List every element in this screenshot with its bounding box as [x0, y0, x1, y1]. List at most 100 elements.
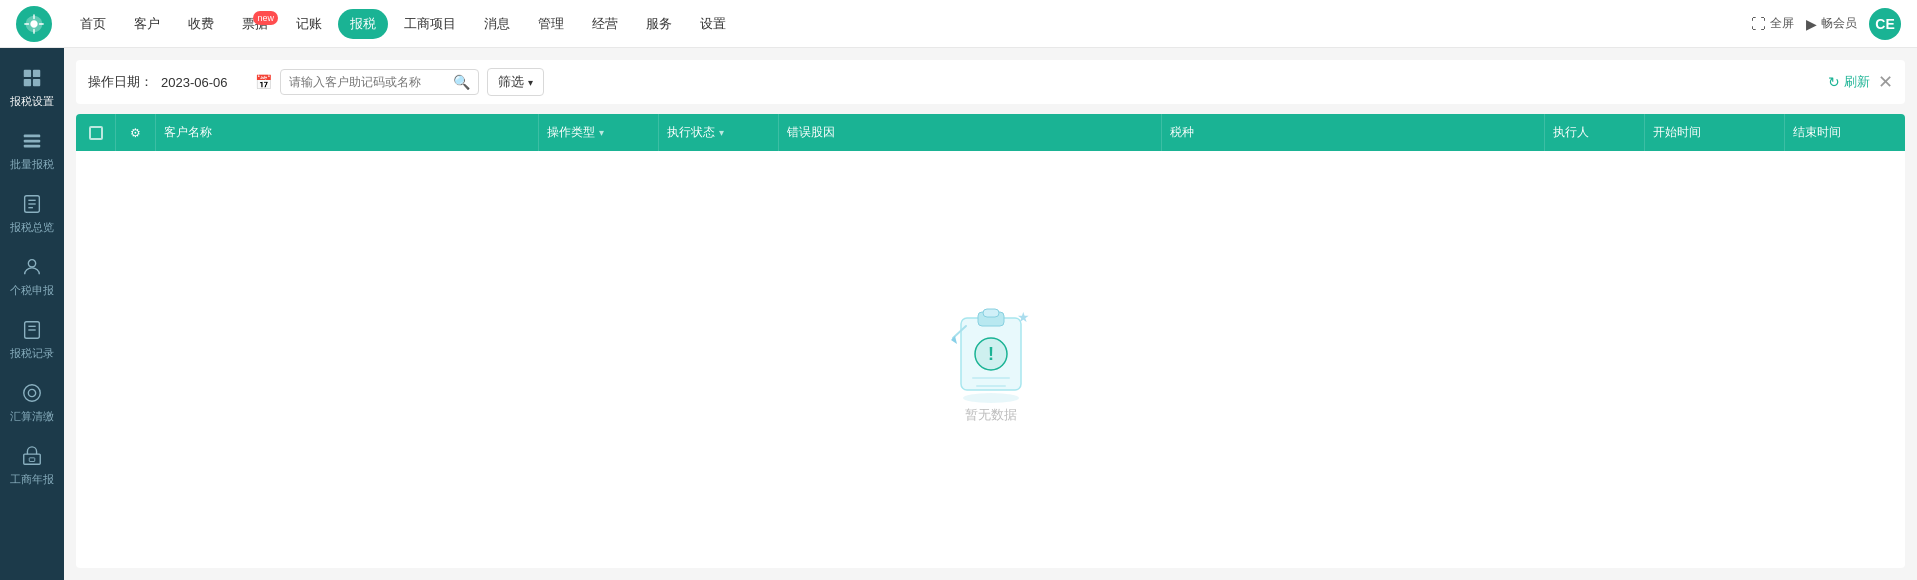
svg-rect-2 — [24, 79, 31, 86]
member-btn[interactable]: ▶ 畅会员 — [1806, 15, 1857, 32]
svg-rect-17 — [24, 454, 41, 464]
settings-icon: ⚙ — [130, 126, 141, 140]
svg-rect-4 — [24, 135, 41, 138]
sidebar: 报税设置 批量报税 报税总览 — [0, 48, 64, 580]
sidebar-item-annual-report[interactable]: 工商年报 — [0, 434, 64, 497]
refresh-label: 刷新 — [1844, 73, 1870, 91]
search-input[interactable] — [289, 75, 449, 89]
th-tax-type: 税种 — [1162, 114, 1545, 151]
personal-tax-icon — [20, 255, 44, 279]
date-input[interactable]: 2023-06-06 — [161, 75, 251, 90]
svg-rect-6 — [24, 145, 41, 148]
tax-summary-icon — [20, 192, 44, 216]
nav-home[interactable]: 首页 — [68, 9, 118, 39]
sidebar-item-personal-tax[interactable]: 个税申报 — [0, 245, 64, 308]
svg-rect-3 — [33, 79, 40, 86]
annual-report-icon — [20, 444, 44, 468]
top-nav: 首页 客户 收费 票据 new 记账 报税 工商项目 消息 管理 经营 服务 设… — [0, 0, 1917, 48]
exec-status-sort-icon: ▾ — [719, 127, 724, 138]
svg-point-11 — [28, 260, 35, 267]
sidebar-item-settlement[interactable]: 汇算清缴 — [0, 371, 64, 434]
sidebar-label-settlement: 汇算清缴 — [10, 409, 54, 424]
svg-rect-5 — [24, 140, 41, 143]
tax-record-icon — [20, 318, 44, 342]
sidebar-item-tax-record[interactable]: 报税记录 — [0, 308, 64, 371]
end-time-label: 结束时间 — [1793, 124, 1841, 141]
sidebar-label-annual-report: 工商年报 — [10, 472, 54, 487]
th-op-type[interactable]: 操作类型 ▾ — [539, 114, 659, 151]
th-end-time: 结束时间 — [1785, 114, 1905, 151]
sidebar-label-tax-summary: 报税总览 — [10, 220, 54, 235]
start-time-label: 开始时间 — [1653, 124, 1701, 141]
th-exec-status[interactable]: 执行状态 ▾ — [659, 114, 779, 151]
svg-point-16 — [28, 389, 35, 396]
sidebar-item-tax-summary[interactable]: 报税总览 — [0, 182, 64, 245]
toolbar: 操作日期： 2023-06-06 📅 🔍 筛选 ▾ ↻ 刷新 ✕ — [76, 60, 1905, 104]
error-reason-label: 错误股因 — [787, 124, 835, 141]
member-label: 畅会员 — [1821, 15, 1857, 32]
tax-type-label: 税种 — [1170, 124, 1194, 141]
nav-manage[interactable]: 管理 — [526, 9, 576, 39]
empty-state: ! ★ 暂无数据 — [76, 151, 1905, 568]
th-settings[interactable]: ⚙ — [116, 114, 156, 151]
filter-chevron-icon: ▾ — [528, 77, 533, 88]
svg-marker-28 — [951, 336, 957, 344]
fullscreen-label: 全屏 — [1770, 15, 1794, 32]
fullscreen-icon: ⛶ — [1751, 15, 1766, 32]
th-client-name: 客户名称 — [156, 114, 539, 151]
sidebar-label-tax-record: 报税记录 — [10, 346, 54, 361]
search-icon: 🔍 — [453, 74, 470, 90]
svg-rect-22 — [983, 309, 999, 317]
nav-business[interactable]: 工商项目 — [392, 9, 468, 39]
svg-rect-1 — [33, 70, 40, 77]
search-box[interactable]: 🔍 — [280, 69, 479, 95]
svg-point-15 — [24, 385, 41, 402]
sidebar-item-batch-tax[interactable]: 批量报税 — [0, 119, 64, 182]
svg-rect-0 — [24, 70, 31, 77]
close-button[interactable]: ✕ — [1878, 73, 1893, 91]
nav-invoice[interactable]: 票据 new — [230, 9, 280, 39]
calendar-icon: 📅 — [255, 74, 272, 90]
nav-menu: 首页 客户 收费 票据 new 记账 报税 工商项目 消息 管理 经营 服务 设… — [68, 9, 1751, 39]
op-type-sort-icon: ▾ — [599, 127, 604, 138]
filter-button[interactable]: 筛选 ▾ — [487, 68, 544, 96]
nav-accounting[interactable]: 记账 — [284, 9, 334, 39]
nav-settings[interactable]: 设置 — [688, 9, 738, 39]
app-logo[interactable] — [16, 6, 52, 42]
date-label: 操作日期： — [88, 73, 153, 91]
nav-tax[interactable]: 报税 — [338, 9, 388, 39]
nav-right: ⛶ 全屏 ▶ 畅会员 CE — [1751, 8, 1901, 40]
th-checkbox[interactable] — [76, 114, 116, 151]
th-start-time: 开始时间 — [1645, 114, 1785, 151]
refresh-icon: ↻ — [1828, 74, 1840, 90]
tax-settings-icon — [20, 66, 44, 90]
nav-message[interactable]: 消息 — [472, 9, 522, 39]
video-icon: ▶ — [1806, 16, 1817, 32]
exec-status-label: 执行状态 — [667, 124, 715, 141]
nav-fee[interactable]: 收费 — [176, 9, 226, 39]
filter-label: 筛选 — [498, 73, 524, 91]
fullscreen-btn[interactable]: ⛶ 全屏 — [1751, 15, 1794, 32]
content-area: 操作日期： 2023-06-06 📅 🔍 筛选 ▾ ↻ 刷新 ✕ — [64, 48, 1917, 580]
sidebar-label-tax-settings: 报税设置 — [10, 94, 54, 109]
client-name-label: 客户名称 — [164, 124, 212, 141]
svg-point-19 — [963, 393, 1019, 403]
svg-rect-18 — [29, 458, 35, 462]
select-all-checkbox[interactable] — [89, 126, 103, 140]
executor-label: 执行人 — [1553, 124, 1589, 141]
empty-text: 暂无数据 — [965, 406, 1017, 424]
op-type-label: 操作类型 — [547, 124, 595, 141]
th-error-reason: 错误股因 — [779, 114, 1162, 151]
user-avatar[interactable]: CE — [1869, 8, 1901, 40]
nav-service[interactable]: 服务 — [634, 9, 684, 39]
empty-illustration: ! ★ — [941, 296, 1041, 406]
refresh-button[interactable]: ↻ 刷新 — [1828, 73, 1870, 91]
sidebar-label-personal-tax: 个税申报 — [10, 283, 54, 298]
nav-operation[interactable]: 经营 — [580, 9, 630, 39]
main-layout: 报税设置 批量报税 报税总览 — [0, 48, 1917, 580]
sidebar-label-batch-tax: 批量报税 — [10, 157, 54, 172]
svg-text:!: ! — [988, 344, 994, 364]
date-picker[interactable]: 2023-06-06 📅 — [161, 74, 272, 90]
nav-client[interactable]: 客户 — [122, 9, 172, 39]
sidebar-item-tax-settings[interactable]: 报税设置 — [0, 56, 64, 119]
